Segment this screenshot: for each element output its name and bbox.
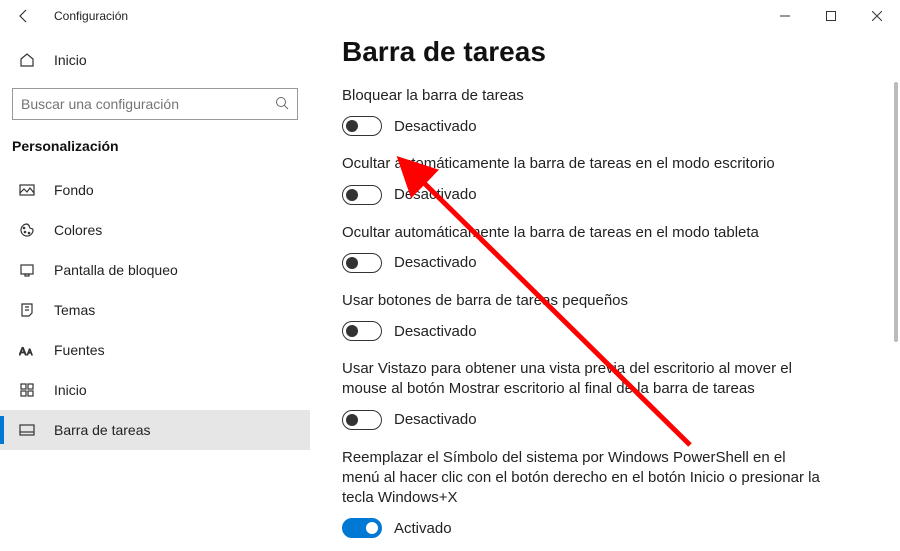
home-icon <box>18 51 36 69</box>
search-icon <box>275 96 289 113</box>
toggle-state: Desactivado <box>394 118 477 135</box>
content-area: Barra de tareas Bloquear la barra de tar… <box>310 32 900 551</box>
scrollbar[interactable] <box>894 82 898 342</box>
sidebar-item-pantalla-bloqueo[interactable]: Pantalla de bloqueo <box>0 250 310 290</box>
home-nav[interactable]: Inicio <box>0 42 310 78</box>
sidebar-item-temas[interactable]: Temas <box>0 290 310 330</box>
toggle-state: Desactivado <box>394 323 477 340</box>
sidebar-item-label: Fuentes <box>54 342 105 358</box>
section-label: Personalización <box>0 132 310 170</box>
toggle-state: Desactivado <box>394 411 477 428</box>
setting-lock-taskbar: Bloquear la barra de tareas Desactivado <box>342 86 872 136</box>
palette-icon <box>18 221 36 239</box>
setting-label: Bloquear la barra de tareas <box>342 86 822 106</box>
body: Inicio Personalización Fondo Colores <box>0 32 900 551</box>
sidebar-item-fondo[interactable]: Fondo <box>0 170 310 210</box>
setting-label: Usar Vistazo para obtener una vista prev… <box>342 359 822 400</box>
toggle-state: Desactivado <box>394 186 477 203</box>
sidebar: Inicio Personalización Fondo Colores <box>0 32 310 551</box>
home-label: Inicio <box>54 52 87 68</box>
toggle-powershell[interactable] <box>342 518 382 538</box>
sidebar-item-fuentes[interactable]: AA Fuentes <box>0 330 310 370</box>
setting-autohide-tablet: Ocultar automáticamente la barra de tare… <box>342 223 872 273</box>
fonts-icon: AA <box>18 341 36 359</box>
sidebar-item-label: Inicio <box>54 382 87 398</box>
sidebar-item-label: Barra de tareas <box>54 422 151 438</box>
sidebar-item-inicio[interactable]: Inicio <box>0 370 310 410</box>
sidebar-item-barra-tareas[interactable]: Barra de tareas <box>0 410 310 450</box>
start-icon <box>18 381 36 399</box>
setting-peek: Usar Vistazo para obtener una vista prev… <box>342 359 872 430</box>
toggle-state: Desactivado <box>394 254 477 271</box>
picture-icon <box>18 181 36 199</box>
sidebar-item-label: Temas <box>54 302 95 318</box>
maximize-button[interactable] <box>808 0 854 32</box>
lockscreen-icon <box>18 261 36 279</box>
toggle-state: Activado <box>394 520 452 537</box>
page-title: Barra de tareas <box>342 36 872 68</box>
sidebar-item-label: Colores <box>54 222 102 238</box>
taskbar-icon <box>18 421 36 439</box>
close-button[interactable] <box>854 0 900 32</box>
search-input[interactable] <box>21 96 275 112</box>
setting-small-buttons: Usar botones de barra de tareas pequeños… <box>342 291 872 341</box>
setting-autohide-desktop: Ocultar automáticamente la barra de tare… <box>342 154 872 204</box>
window-title: Configuración <box>40 9 128 23</box>
window-controls <box>762 0 900 32</box>
minimize-button[interactable] <box>762 0 808 32</box>
toggle-autohide-desktop[interactable] <box>342 185 382 205</box>
toggle-autohide-tablet[interactable] <box>342 253 382 273</box>
toggle-lock-taskbar[interactable] <box>342 116 382 136</box>
titlebar: Configuración <box>0 0 900 32</box>
sidebar-item-label: Fondo <box>54 182 94 198</box>
setting-label: Usar botones de barra de tareas pequeños <box>342 291 822 311</box>
search-box[interactable] <box>12 88 298 120</box>
svg-text:A: A <box>27 348 33 357</box>
setting-label: Reemplazar el Símbolo del sistema por Wi… <box>342 448 822 509</box>
settings-window: Configuración Inicio <box>0 0 900 551</box>
setting-powershell: Reemplazar el Símbolo del sistema por Wi… <box>342 448 872 539</box>
sidebar-item-colores[interactable]: Colores <box>0 210 310 250</box>
back-button[interactable] <box>8 0 40 32</box>
sidebar-item-label: Pantalla de bloqueo <box>54 262 178 278</box>
setting-label: Ocultar automáticamente la barra de tare… <box>342 154 822 174</box>
toggle-peek[interactable] <box>342 410 382 430</box>
svg-text:A: A <box>19 346 27 357</box>
themes-icon <box>18 301 36 319</box>
toggle-small-buttons[interactable] <box>342 321 382 341</box>
setting-label: Ocultar automáticamente la barra de tare… <box>342 223 822 243</box>
